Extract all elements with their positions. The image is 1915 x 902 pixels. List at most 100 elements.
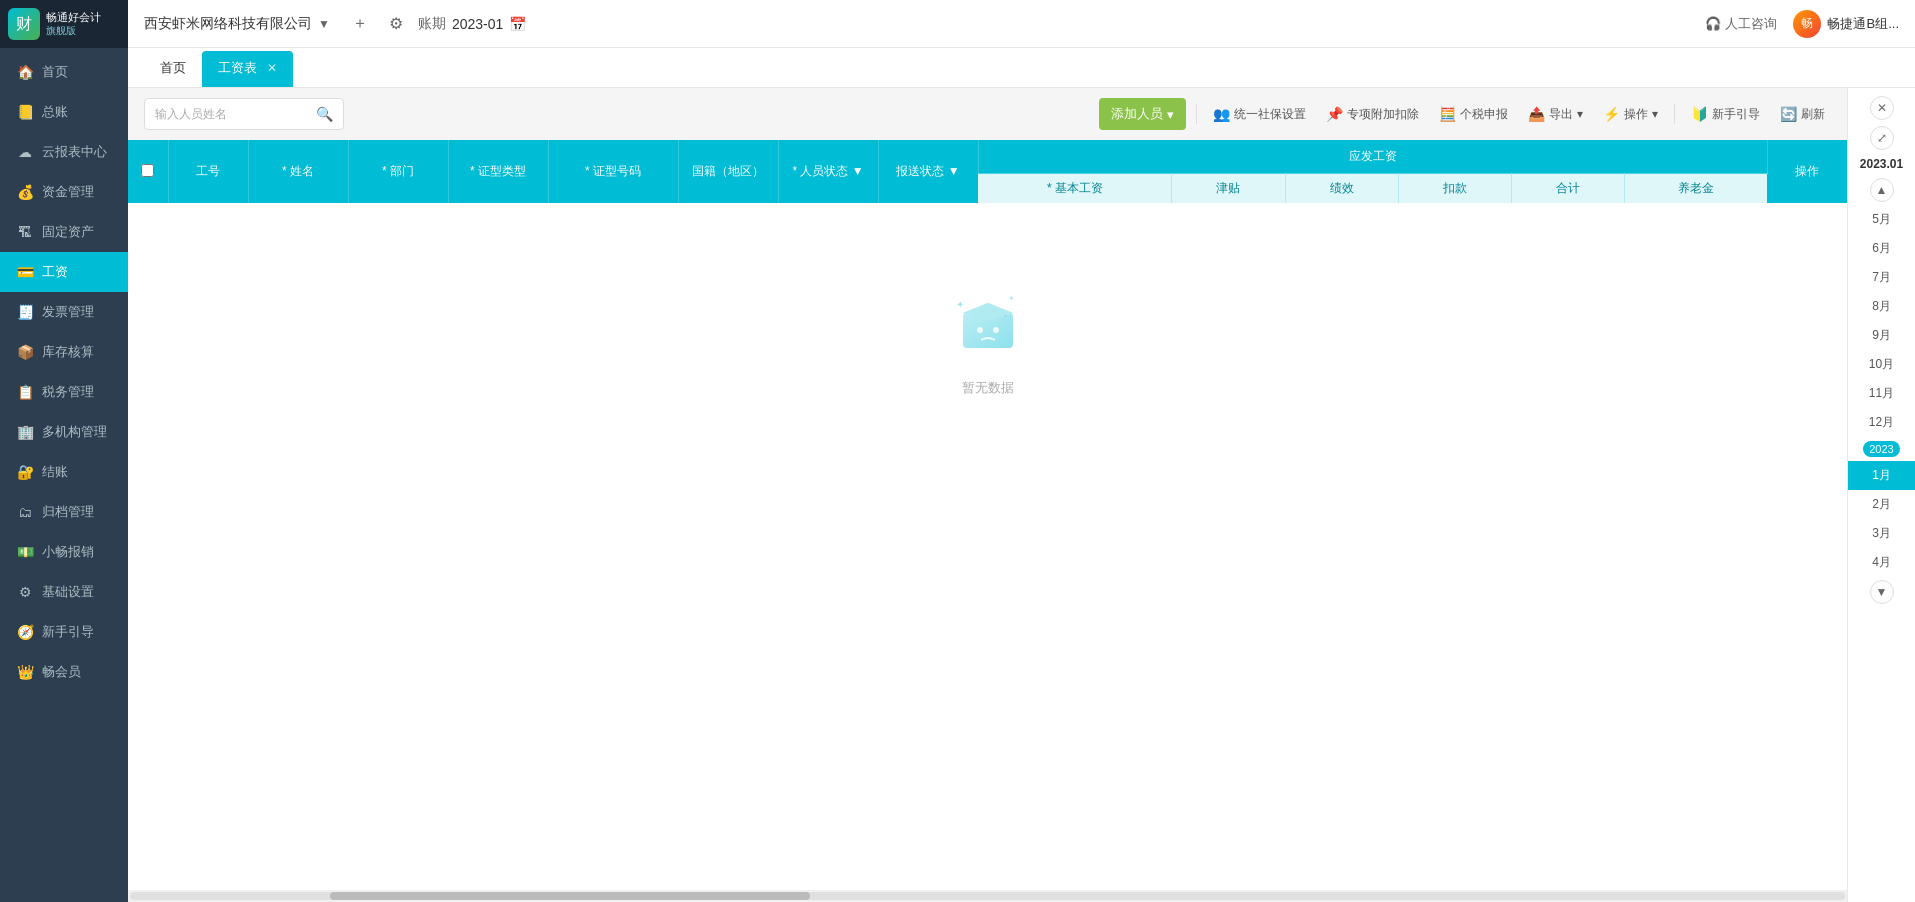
special-icon: 📌 [1326,106,1343,122]
nav-label-cloud-report: 云报表中心 [42,143,107,161]
month-9[interactable]: 9月 [1848,321,1915,350]
user-info[interactable]: 畅 畅捷通B组... [1793,10,1899,38]
th-checkbox[interactable] [128,140,168,203]
month-4[interactable]: 4月 [1848,548,1915,577]
th-cert-num: * 证型号码 [548,140,678,203]
month-10[interactable]: 10月 [1848,350,1915,379]
month-panel: ✕ ⤢ 2023.01 ▲ 5月 6月 7月 8月 9月 10月 11月 12月… [1847,88,1915,902]
select-all-checkbox[interactable] [141,164,154,177]
app-logo: 财 畅通好会计 旗舰版 [0,0,128,48]
action-special[interactable]: 📌 专项附加扣除 [1320,98,1425,130]
user-name: 畅捷通B组... [1827,15,1899,33]
sidebar-item-invoice[interactable]: 🧾发票管理 [0,292,128,332]
settings-btn[interactable]: ⚙ [382,10,410,38]
panel-expand-btn[interactable]: ⤢ [1870,126,1894,150]
month-5[interactable]: 5月 [1848,205,1915,234]
empty-state: ✦ ✦ ✦ 暂无数据 [128,203,1847,477]
nav-icon-member: 👑 [16,663,34,681]
svg-point-4 [993,327,999,333]
h-scroll-thumb[interactable] [330,892,810,900]
header-actions: ＋ ⚙ [346,10,410,38]
svg-text:✦: ✦ [1003,313,1008,319]
action-tax[interactable]: 🧮 个税申报 [1433,98,1514,130]
th-allowance: 津贴 [1172,174,1285,204]
month-11[interactable]: 11月 [1848,379,1915,408]
sidebar-item-fixed-assets[interactable]: 🏗固定资产 [0,212,128,252]
year-badge[interactable]: 2023 [1863,441,1899,457]
sidebar-item-inventory[interactable]: 📦库存核算 [0,332,128,372]
month-1-active[interactable]: 1月 [1848,461,1915,490]
add-company-btn[interactable]: ＋ [346,10,374,38]
sidebar-item-tax[interactable]: 📋税务管理 [0,372,128,412]
period-value: 2023-01 [452,16,503,32]
panel-close-btn[interactable]: ✕ [1870,96,1894,120]
action-refresh[interactable]: 🔄 刷新 [1774,98,1831,130]
period-info: 账期 2023-01 📅 [418,15,526,33]
h-scrollbar[interactable] [128,890,1847,902]
logo-icon: 财 [8,8,40,40]
sidebar-item-settings[interactable]: ⚙基础设置 [0,572,128,612]
nav-icon-payroll: 💳 [16,263,34,281]
sidebar-item-cloud-report[interactable]: ☁ 云报表中心 [0,132,128,172]
tab-payroll-label: 工资表 [218,59,257,77]
nav-icon-home: 🏠 [16,63,34,81]
th-pension: 养老金 [1625,174,1767,204]
user-avatar: 畅 [1793,10,1821,38]
add-person-arrow: ▾ [1167,107,1174,122]
sidebar-item-member[interactable]: 👑畅会员 [0,652,128,692]
sidebar-item-payroll[interactable]: 💳工资 [0,252,128,292]
empty-icon: ✦ ✦ ✦ [948,283,1028,363]
tab-payroll[interactable]: 工资表 ✕ [202,51,293,87]
sidebar-item-archive[interactable]: 🗂归档管理 [0,492,128,532]
th-performance: 绩效 [1285,174,1398,204]
report-filter-icon[interactable]: ▼ [948,164,960,178]
nav-icon-cloud-report: ☁ [16,143,34,161]
nav-label-home: 首页 [42,63,68,81]
service-btn[interactable]: 🎧 人工咨询 [1705,15,1777,33]
nav-icon-archive: 🗂 [16,503,34,521]
sidebar-item-fund[interactable]: 💰资金管理 [0,172,128,212]
nav-label-settings: 基础设置 [42,583,94,601]
action-export[interactable]: 📤 导出 ▾ [1522,98,1589,130]
month-8[interactable]: 8月 [1848,292,1915,321]
month-7[interactable]: 7月 [1848,263,1915,292]
action-guide[interactable]: 🔰 新手引导 [1685,98,1766,130]
sidebar-item-ledger[interactable]: 📒总账 [0,92,128,132]
month-12[interactable]: 12月 [1848,408,1915,437]
month-scroll-down[interactable]: ▼ [1870,580,1894,604]
nav-icon-close: 🔐 [16,463,34,481]
app-sub: 旗舰版 [46,24,101,38]
top-header: 西安虾米网络科技有限公司 ▼ ＋ ⚙ 账期 2023-01 📅 🎧 人工咨询 畅… [128,0,1915,48]
action-export-label: 导出 [1549,106,1573,123]
content-area: 🔍 添加人员 ▾ 👥 统一社保设置 📌 专项附加扣除 [128,88,1847,902]
sidebar-nav: 🏠 首页 📒总账 ☁ 云报表中心 💰资金管理🏗固定资产💳工资🧾发票管理📦库存核算📋税务管理… [0,48,128,902]
sidebar-item-guide[interactable]: 🧭新手引导 [0,612,128,652]
sidebar-item-close[interactable]: 🔐结账 [0,452,128,492]
action-ops[interactable]: ⚡ 操作 ▾ [1597,98,1664,130]
add-person-btn[interactable]: 添加人员 ▾ [1099,98,1186,130]
svg-text:✦: ✦ [1008,294,1015,303]
search-input[interactable] [155,107,316,121]
app-name: 畅通好会计 [46,10,101,24]
company-selector[interactable]: 西安虾米网络科技有限公司 ▼ [144,15,330,33]
month-6[interactable]: 6月 [1848,234,1915,263]
status-filter-icon[interactable]: ▼ [852,164,864,178]
main-area: 西安虾米网络科技有限公司 ▼ ＋ ⚙ 账期 2023-01 📅 🎧 人工咨询 畅… [128,0,1915,902]
month-2[interactable]: 2月 [1848,490,1915,519]
sidebar-item-multi-org[interactable]: 🏢多机构管理 [0,412,128,452]
table-wrap: 工号 * 姓名 * 部门 * 证型类型 * 证型号码 国籍（地区） * 人员状态… [128,140,1847,890]
action-social[interactable]: 👥 统一社保设置 [1207,98,1312,130]
calendar-icon[interactable]: 📅 [509,16,526,32]
month-scroll-up[interactable]: ▲ [1870,178,1894,202]
data-table: 工号 * 姓名 * 部门 * 证型类型 * 证型号码 国籍（地区） * 人员状态… [128,140,1847,477]
nav-icon-guide: 🧭 [16,623,34,641]
sidebar-item-home[interactable]: 🏠 首页 [0,52,128,92]
export-arrow: ▾ [1577,107,1583,121]
sidebar-item-expense[interactable]: 💵小畅报销 [0,532,128,572]
tab-close-icon[interactable]: ✕ [267,61,277,75]
action-ops-label: 操作 [1624,106,1648,123]
nav-label-inventory: 库存核算 [42,343,94,361]
search-icon[interactable]: 🔍 [316,106,333,122]
tab-home[interactable]: 首页 [144,51,202,87]
month-3[interactable]: 3月 [1848,519,1915,548]
